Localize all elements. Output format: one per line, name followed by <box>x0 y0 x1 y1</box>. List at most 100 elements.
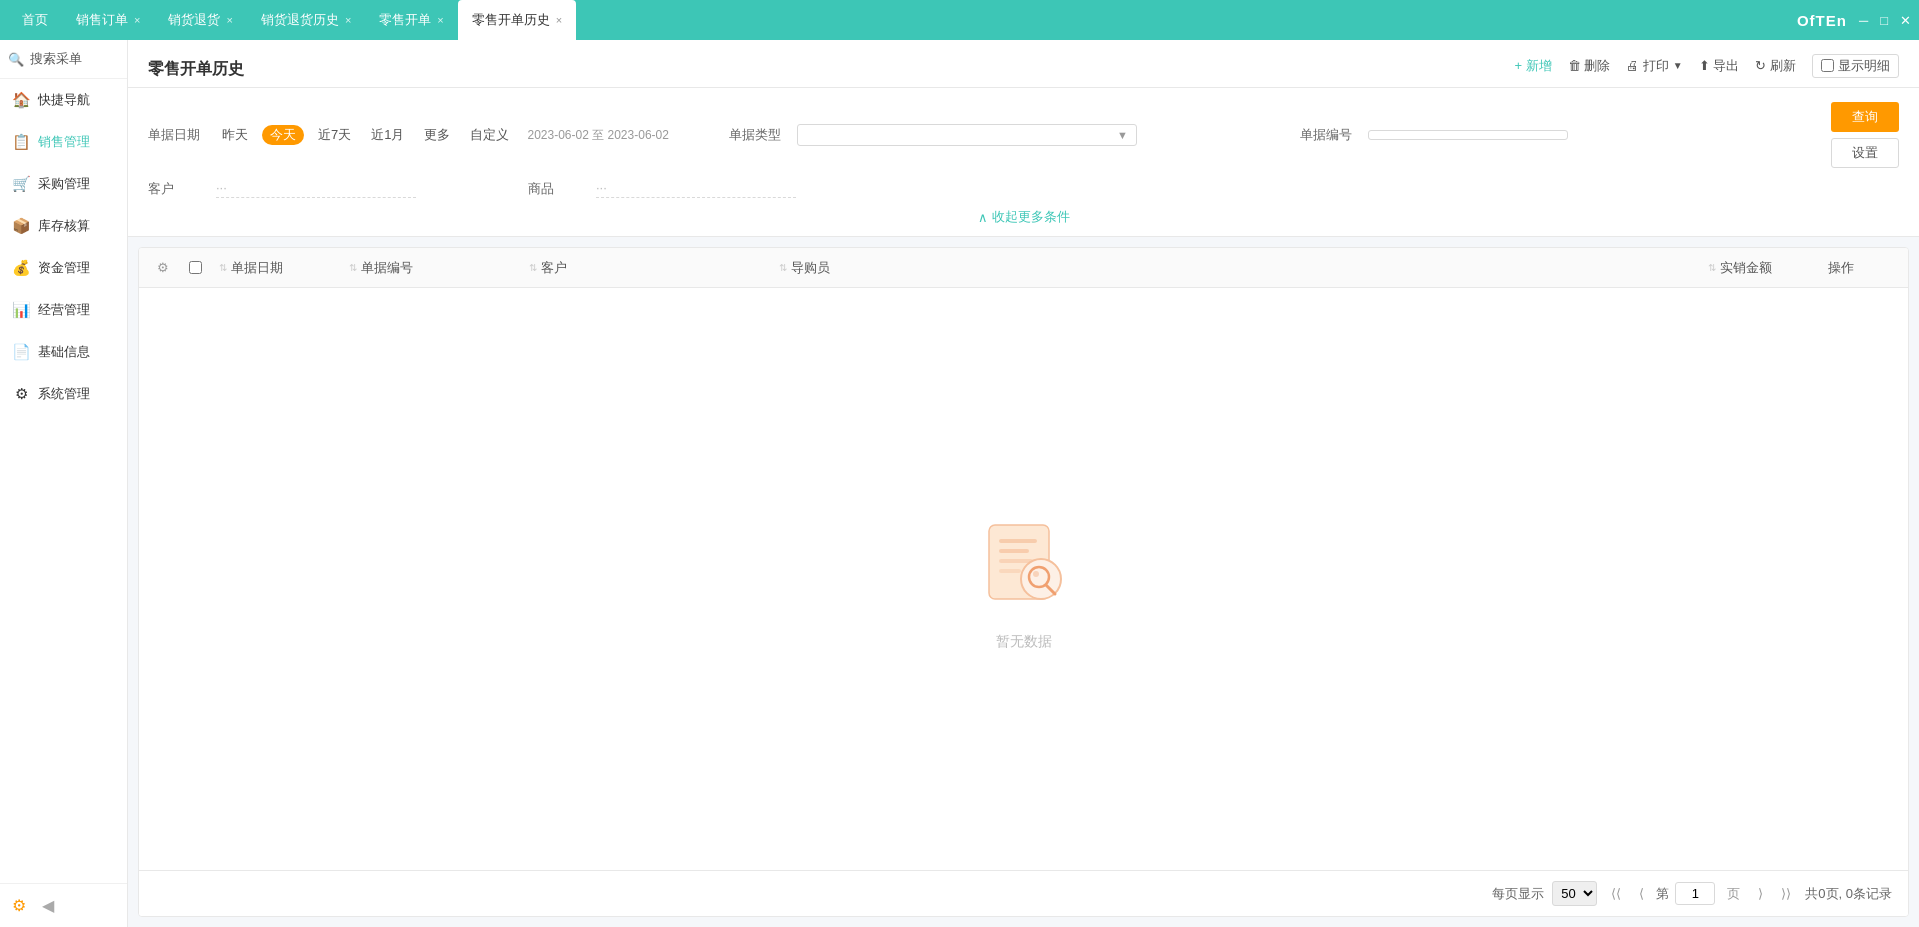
sidebar-item-finance[interactable]: 💰 资金管理 <box>0 247 127 289</box>
sidebar-item-purchase-label: 采购管理 <box>38 175 90 193</box>
col-guide-sort-icon[interactable]: ⇅ <box>779 262 787 273</box>
sidebar-item-inventory-label: 库存核算 <box>38 217 90 235</box>
print-button[interactable]: 🖨 打印 ▼ <box>1626 57 1683 75</box>
date-opt-today[interactable]: 今天 <box>262 125 304 145</box>
tab-home-label: 首页 <box>22 11 48 29</box>
doc-type-select[interactable]: ▼ <box>797 124 1137 146</box>
refresh-label: ↻ 刷新 <box>1755 57 1796 75</box>
col-num-sort-icon[interactable]: ⇅ <box>349 262 357 273</box>
finance-icon: 💰 <box>12 259 30 277</box>
tab-sales-return-history-label: 销货退货历史 <box>261 11 339 29</box>
page-next-button[interactable]: ⟩ <box>1752 884 1769 903</box>
action-buttons: 查询 设置 <box>1831 102 1899 168</box>
sidebar-item-system[interactable]: ⚙ 系统管理 <box>0 373 127 415</box>
table-select-all[interactable] <box>179 261 211 274</box>
sidebar-item-inventory[interactable]: 📦 库存核算 <box>0 205 127 247</box>
sidebar-item-quick-nav[interactable]: 🏠 快捷导航 <box>0 79 127 121</box>
window-minimize-icon[interactable]: ─ <box>1859 13 1868 28</box>
select-all-checkbox[interactable] <box>189 261 202 274</box>
purchase-icon: 🛒 <box>12 175 30 193</box>
tab-sales-order-label: 销售订单 <box>76 11 128 29</box>
empty-illustration <box>969 507 1079 617</box>
svg-rect-1 <box>999 539 1037 543</box>
table-area: ⚙ ⇅ 单据日期 ⇅ 单据编号 ⇅ 客户 ⇅ 导购员 <box>138 247 1909 917</box>
delete-button[interactable]: 🗑 删除 <box>1568 57 1611 75</box>
table-settings-icon[interactable]: ⚙ <box>147 260 179 275</box>
empty-text: 暂无数据 <box>996 633 1052 651</box>
sidebar-search[interactable]: 🔍 搜索采单 <box>0 40 127 79</box>
page-label: 第 <box>1656 885 1669 903</box>
page-size-select[interactable]: 50 <box>1552 881 1597 906</box>
delete-label: 🗑 删除 <box>1568 57 1611 75</box>
doc-type-chevron-icon: ▼ <box>1117 129 1128 141</box>
col-date-sort-icon[interactable]: ⇅ <box>219 262 227 273</box>
filter-area: 单据日期 昨天 今天 近7天 近1月 更多 自定义 2023-06-02 至 2… <box>128 88 1919 237</box>
table-header: ⚙ ⇅ 单据日期 ⇅ 单据编号 ⇅ 客户 ⇅ 导购员 <box>139 248 1908 288</box>
page-unit: 页 <box>1721 883 1746 905</box>
tab-retail-open-close[interactable]: × <box>437 14 443 26</box>
new-label: + 新增 <box>1514 57 1551 75</box>
sidebar-search-label: 搜索采单 <box>30 50 82 68</box>
filter-settings-button[interactable]: 设置 <box>1831 138 1899 168</box>
sidebar-item-finance-label: 资金管理 <box>38 259 90 277</box>
svg-rect-4 <box>999 569 1021 573</box>
tab-home[interactable]: 首页 <box>8 0 62 40</box>
page-number-input[interactable] <box>1675 882 1715 905</box>
collapse-more-btn[interactable]: ∧ 收起更多条件 <box>148 208 1899 226</box>
export-button[interactable]: ⬆ 导出 <box>1699 57 1740 75</box>
col-customer-label: 客户 <box>541 259 567 277</box>
top-nav: 首页 销售订单 × 销货退货 × 销货退货历史 × 零售开单 × 零售开单历史 … <box>0 0 1919 40</box>
tab-retail-history-label: 零售开单历史 <box>472 11 550 29</box>
page-nav: ⟨⟨ ⟨ 第 页 ⟩ ⟩⟩ <box>1605 882 1797 905</box>
customer-input[interactable]: ··· <box>216 180 416 198</box>
tab-retail-history[interactable]: 零售开单历史 × <box>458 0 576 40</box>
display-detail-checkbox[interactable] <box>1821 59 1834 72</box>
sidebar-item-operations[interactable]: 📊 经营管理 <box>0 289 127 331</box>
sidebar-collapse-icon[interactable]: ◀ <box>42 896 54 915</box>
tab-retail-history-close[interactable]: × <box>556 14 562 26</box>
refresh-button[interactable]: ↻ 刷新 <box>1755 57 1796 75</box>
svg-point-8 <box>1033 571 1039 577</box>
query-button[interactable]: 查询 <box>1831 102 1899 132</box>
page-prev-button[interactable]: ⟨ <box>1633 884 1650 903</box>
col-guide: ⇅ 导购员 <box>771 259 921 277</box>
page-header: 零售开单历史 + 新增 🗑 删除 🖨 打印 ▼ ⬆ 导出 ↻ 刷新 <box>128 40 1919 88</box>
col-amount-sort-icon[interactable]: ⇅ <box>1708 262 1716 273</box>
date-opt-more[interactable]: 更多 <box>418 124 456 146</box>
tab-sales-order[interactable]: 销售订单 × <box>62 0 154 40</box>
tab-retail-open-label: 零售开单 <box>379 11 431 29</box>
sidebar-item-sales[interactable]: 📋 销售管理 <box>0 121 127 163</box>
tab-sales-return-history-close[interactable]: × <box>345 14 351 26</box>
page-last-button[interactable]: ⟩⟩ <box>1775 884 1797 903</box>
sidebar-item-base-info[interactable]: 📄 基础信息 <box>0 331 127 373</box>
col-num-label: 单据编号 <box>361 259 413 277</box>
page-first-button[interactable]: ⟨⟨ <box>1605 884 1627 903</box>
system-icon: ⚙ <box>12 385 30 403</box>
sidebar: 🔍 搜索采单 🏠 快捷导航 📋 销售管理 🛒 采购管理 📦 库存核算 <box>0 40 128 927</box>
tab-retail-open[interactable]: 零售开单 × <box>365 0 457 40</box>
window-maximize-icon[interactable]: □ <box>1880 13 1888 28</box>
display-detail-toggle[interactable]: 显示明细 <box>1812 54 1899 78</box>
date-opt-custom[interactable]: 自定义 <box>464 124 515 146</box>
doc-num-input[interactable] <box>1368 130 1568 140</box>
tab-sales-order-close[interactable]: × <box>134 14 140 26</box>
customer-label: 客户 <box>148 180 208 198</box>
date-range: 2023-06-02 至 2023-06-02 <box>527 127 668 144</box>
date-opt-7days[interactable]: 近7天 <box>312 124 357 146</box>
window-close-icon[interactable]: ✕ <box>1900 13 1911 28</box>
date-opt-yesterday[interactable]: 昨天 <box>216 124 254 146</box>
sidebar-settings-icon[interactable]: ⚙ <box>12 896 26 915</box>
sidebar-item-operations-label: 经营管理 <box>38 301 90 319</box>
goods-input[interactable]: ··· <box>596 180 796 198</box>
sidebar-item-purchase[interactable]: 🛒 采购管理 <box>0 163 127 205</box>
toolbar: + 新增 🗑 删除 🖨 打印 ▼ ⬆ 导出 ↻ 刷新 显示明细 <box>1514 54 1899 86</box>
tab-sales-return[interactable]: 销货退货 × <box>154 0 246 40</box>
doc-num-label: 单据编号 <box>1300 126 1360 144</box>
tab-sales-return-close[interactable]: × <box>226 14 232 26</box>
date-opt-1month[interactable]: 近1月 <box>365 124 410 146</box>
tab-sales-return-history[interactable]: 销货退货历史 × <box>247 0 365 40</box>
sidebar-item-base-info-label: 基础信息 <box>38 343 90 361</box>
col-customer-sort-icon[interactable]: ⇅ <box>529 262 537 273</box>
doc-type-label: 单据类型 <box>729 126 789 144</box>
new-button[interactable]: + 新增 <box>1514 57 1551 75</box>
